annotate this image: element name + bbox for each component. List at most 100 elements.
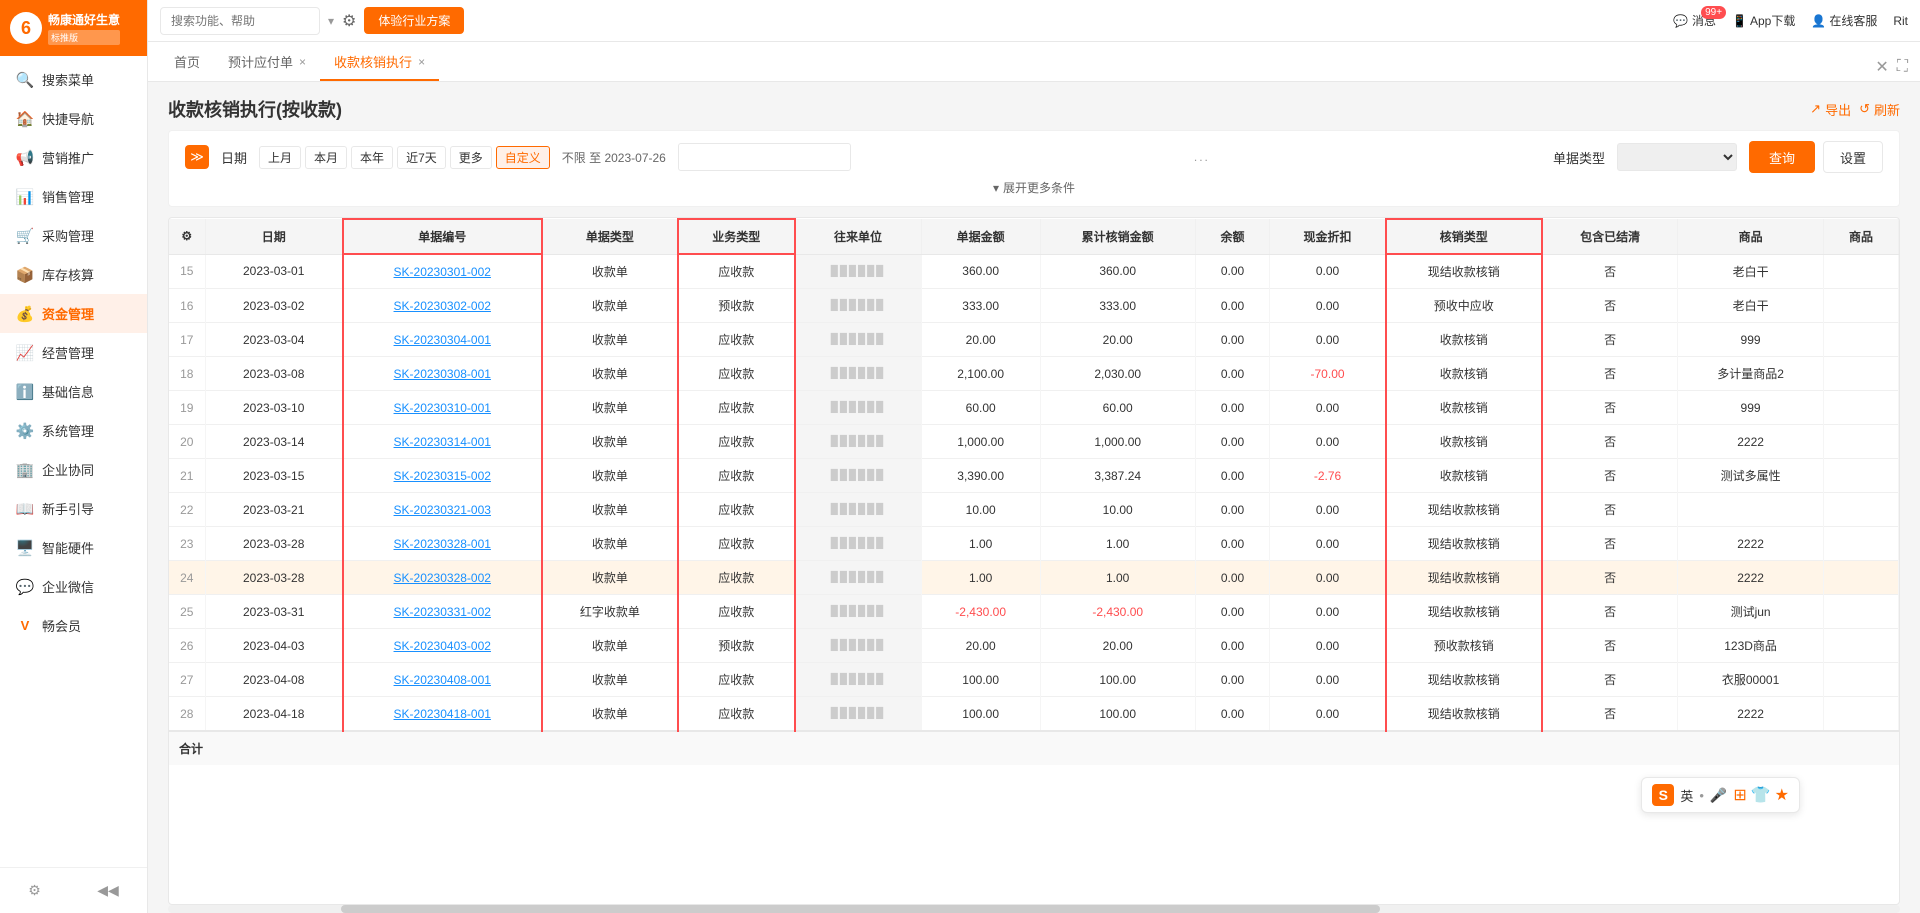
table-row[interactable]: 15 2023-03-01 SK-20230301-002 收款单 应收款 ██… — [169, 254, 1899, 289]
refresh-button[interactable]: ↺ 刷新 — [1859, 100, 1900, 119]
expand-more-button[interactable]: ▾ 展开更多条件 — [993, 179, 1075, 196]
sidebar-item-capital[interactable]: 💰 资金管理 — [0, 294, 147, 333]
row-doc-no[interactable]: SK-20230304-001 — [343, 323, 542, 357]
tab-home[interactable]: 首页 — [160, 44, 214, 81]
expand-tab-icon[interactable]: ⛶ — [1897, 58, 1908, 76]
table-row[interactable]: 23 2023-03-28 SK-20230328-001 收款单 应收款 ██… — [169, 527, 1899, 561]
th-date[interactable]: 日期 — [205, 219, 343, 254]
date-custom-btn[interactable]: 自定义 — [496, 146, 550, 169]
row-doc-no[interactable]: SK-20230403-002 — [343, 629, 542, 663]
th-amount[interactable]: 单据金额 — [921, 219, 1040, 254]
date-cur-year-btn[interactable]: 本年 — [351, 146, 393, 169]
partner-input[interactable] — [678, 143, 851, 171]
th-verify-type[interactable]: 核销类型 — [1386, 219, 1542, 254]
row-amount: 100.00 — [921, 663, 1040, 697]
th-accumulated[interactable]: 累计核销金额 — [1040, 219, 1195, 254]
table-row[interactable]: 17 2023-03-04 SK-20230304-001 收款单 应收款 ██… — [169, 323, 1899, 357]
sidebar-item-enterprise[interactable]: 🏢 企业协同 — [0, 450, 147, 489]
row-doc-no[interactable]: SK-20230308-001 — [343, 357, 542, 391]
close-tab-icon[interactable]: ✕ — [1875, 57, 1888, 77]
data-table-wrapper[interactable]: ⚙ 日期 单据编号 单据类型 业务类型 往来单位 单据金额 累计核销金额 余额 … — [168, 217, 1900, 905]
tab-prereceipt[interactable]: 预计应付单 × — [214, 44, 320, 81]
row-doc-no[interactable]: SK-20230321-003 — [343, 493, 542, 527]
row-included: 否 — [1542, 357, 1678, 391]
sidebar-item-marketing[interactable]: 📢 营销推广 — [0, 138, 147, 177]
table-row[interactable]: 22 2023-03-21 SK-20230321-003 收款单 应收款 ██… — [169, 493, 1899, 527]
row-doc-no[interactable]: SK-20230315-002 — [343, 459, 542, 493]
tab-receipts[interactable]: 收款核销执行 × — [320, 44, 439, 81]
app-download-link[interactable]: 📱 App下载 — [1732, 12, 1795, 29]
tab-close-prereceipt[interactable]: × — [299, 55, 306, 69]
row-goods2 — [1824, 493, 1899, 527]
th-settings[interactable]: ⚙ — [169, 219, 205, 254]
row-accumulated: 20.00 — [1040, 629, 1195, 663]
message-link[interactable]: 💬 消息 99+ — [1673, 12, 1716, 29]
settings-icon[interactable]: ⚙ — [342, 11, 356, 31]
th-doc-no[interactable]: 单据编号 — [343, 219, 542, 254]
sidebar-item-guide[interactable]: 📖 新手引导 — [0, 489, 147, 528]
row-doc-no[interactable]: SK-20230328-002 — [343, 561, 542, 595]
table-row[interactable]: 19 2023-03-10 SK-20230310-001 收款单 应收款 ██… — [169, 391, 1899, 425]
th-discount[interactable]: 现金折扣 — [1270, 219, 1386, 254]
row-doc-no[interactable]: SK-20230314-001 — [343, 425, 542, 459]
collapse-icon[interactable]: ◀◀ — [91, 876, 125, 905]
table-row[interactable]: 21 2023-03-15 SK-20230315-002 收款单 应收款 ██… — [169, 459, 1899, 493]
row-doc-no[interactable]: SK-20230418-001 — [343, 697, 542, 732]
row-discount: -70.00 — [1270, 357, 1386, 391]
row-partner: ██████ — [795, 425, 921, 459]
chevron-down-icon[interactable]: ▾ — [328, 14, 334, 28]
sidebar-item-quicknav[interactable]: 🏠 快捷导航 — [0, 99, 147, 138]
sidebar-item-hardware[interactable]: 🖥️ 智能硬件 — [0, 528, 147, 567]
row-goods2 — [1824, 289, 1899, 323]
sidebar-item-sales[interactable]: 📊 销售管理 — [0, 177, 147, 216]
sidebar-item-member[interactable]: V 畅会员 — [0, 606, 147, 645]
sidebar-item-search[interactable]: 🔍 搜索菜单 — [0, 60, 147, 99]
table-row[interactable]: 24 2023-03-28 SK-20230328-002 收款单 应收款 ██… — [169, 561, 1899, 595]
sidebar-item-inventory[interactable]: 📦 库存核算 — [0, 255, 147, 294]
th-balance[interactable]: 余额 — [1195, 219, 1270, 254]
row-doc-no[interactable]: SK-20230310-001 — [343, 391, 542, 425]
sidebar-item-purchase[interactable]: 🛒 采购管理 — [0, 216, 147, 255]
settings-button[interactable]: 设置 — [1823, 141, 1883, 173]
table-row[interactable]: 25 2023-03-31 SK-20230331-002 红字收款单 应收款 … — [169, 595, 1899, 629]
th-goods2[interactable]: 商品 — [1824, 219, 1899, 254]
sidebar-item-system[interactable]: ⚙️ 系统管理 — [0, 411, 147, 450]
solution-button[interactable]: 体验行业方案 — [364, 7, 464, 34]
row-doc-no[interactable]: SK-20230408-001 — [343, 663, 542, 697]
table-row[interactable]: 26 2023-04-03 SK-20230403-002 收款单 预收款 ██… — [169, 629, 1899, 663]
date-7days-btn[interactable]: 近7天 — [397, 146, 446, 169]
settings-bottom-icon[interactable]: ⚙ — [22, 876, 47, 905]
filter-expand-button[interactable]: ≫ — [185, 145, 209, 169]
th-goods1[interactable]: 商品 — [1678, 219, 1824, 254]
sidebar-item-basic[interactable]: ℹ️ 基础信息 — [0, 372, 147, 411]
date-prev-month-btn[interactable]: 上月 — [259, 146, 301, 169]
sidebar-item-operation[interactable]: 📈 经营管理 — [0, 333, 147, 372]
table-scrollbar[interactable] — [168, 905, 1900, 913]
export-button[interactable]: ↗ 导出 — [1810, 100, 1851, 119]
search-input[interactable] — [160, 7, 320, 35]
row-doc-no[interactable]: SK-20230301-002 — [343, 254, 542, 289]
table-row[interactable]: 18 2023-03-08 SK-20230308-001 收款单 应收款 ██… — [169, 357, 1899, 391]
query-button[interactable]: 查询 — [1749, 141, 1815, 173]
row-included: 否 — [1542, 629, 1678, 663]
date-cur-month-btn[interactable]: 本月 — [305, 146, 347, 169]
tab-close-receipts[interactable]: × — [418, 55, 425, 69]
online-service-link[interactable]: 👤 在线客服 — [1811, 12, 1877, 29]
th-partner[interactable]: 往来单位 — [795, 219, 921, 254]
table-row[interactable]: 27 2023-04-08 SK-20230408-001 收款单 应收款 ██… — [169, 663, 1899, 697]
th-biz-type[interactable]: 业务类型 — [678, 219, 794, 254]
date-more-btn[interactable]: 更多 — [450, 146, 492, 169]
row-goods1: 测试jun — [1678, 595, 1824, 629]
table-row[interactable]: 16 2023-03-02 SK-20230302-002 收款单 预收款 ██… — [169, 289, 1899, 323]
row-doc-no[interactable]: SK-20230328-001 — [343, 527, 542, 561]
th-included[interactable]: 包含已结清 — [1542, 219, 1678, 254]
row-partner: ██████ — [795, 629, 921, 663]
row-doc-no[interactable]: SK-20230302-002 — [343, 289, 542, 323]
sidebar-item-wechat[interactable]: 💬 企业微信 — [0, 567, 147, 606]
th-doc-type[interactable]: 单据类型 — [542, 219, 678, 254]
table-row[interactable]: 20 2023-03-14 SK-20230314-001 收款单 应收款 ██… — [169, 425, 1899, 459]
table-row[interactable]: 28 2023-04-18 SK-20230418-001 收款单 应收款 ██… — [169, 697, 1899, 732]
row-doc-no[interactable]: SK-20230331-002 — [343, 595, 542, 629]
user-profile[interactable]: Rit — [1893, 14, 1908, 28]
doc-type-select[interactable] — [1617, 143, 1737, 171]
